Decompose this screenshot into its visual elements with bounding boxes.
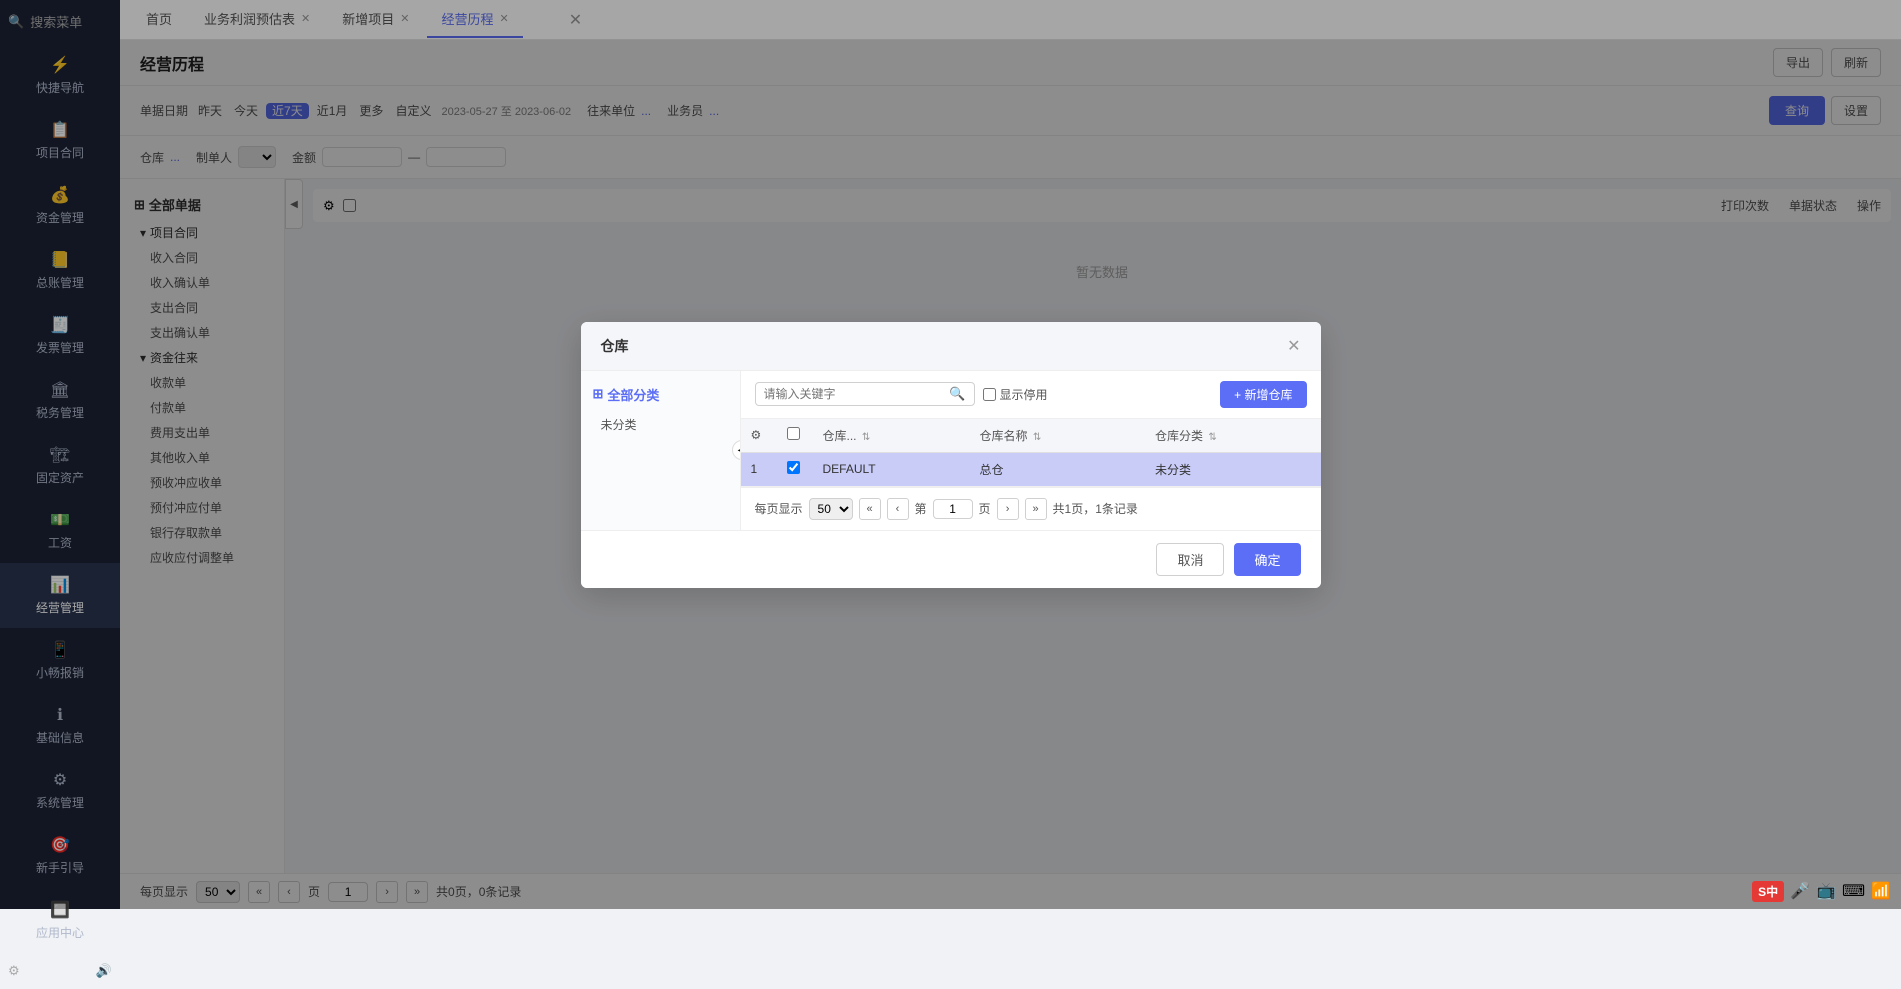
warehouse-table-row[interactable]: 1 DEFAULT 总仓 未分类	[741, 452, 1321, 486]
modal-title: 仓库	[601, 336, 629, 356]
modal-category-未分类[interactable]: 未分类	[581, 410, 740, 439]
modal-toolbar: 🔍 显示停用 + 新增仓库	[741, 371, 1321, 419]
col-name-label: 仓库名称	[979, 429, 1027, 443]
app-center-label: 应用中心	[36, 924, 84, 941]
add-warehouse-button[interactable]: + 新增仓库	[1220, 381, 1306, 408]
warehouse-modal: 仓库 ✕ ⊞ 全部分类 未分类 ◀ 🔍	[581, 322, 1321, 588]
warehouse-table: ⚙ 仓库... ⇅ 仓库名称	[741, 419, 1321, 487]
col-category-sort: ⇅	[1208, 432, 1216, 443]
modal-table: ⚙ 仓库... ⇅ 仓库名称	[741, 419, 1321, 487]
per-page-select-modal[interactable]: 50	[809, 498, 853, 520]
prev-page-modal[interactable]: ‹	[887, 498, 909, 520]
modal-right-panel: 🔍 显示停用 + 新增仓库 ⚙	[741, 371, 1321, 530]
modal-overlay: 仓库 ✕ ⊞ 全部分类 未分类 ◀ 🔍	[0, 0, 1901, 909]
show-disabled-label: 显示停用	[983, 386, 1048, 403]
volume-icon[interactable]: 🔊	[96, 963, 112, 979]
modal-close-button[interactable]: ✕	[1287, 336, 1300, 356]
col-code-sort: ⇅	[862, 432, 870, 443]
taskbar-mic-icon[interactable]: 🎤	[1790, 881, 1810, 901]
th-name: 仓库名称 ⇅	[969, 419, 1145, 453]
modal-pagination: 每页显示 50 « ‹ 第 页 › » 共1页，1条记录	[741, 487, 1321, 530]
row-name: 总仓	[969, 452, 1145, 486]
cancel-button[interactable]: 取消	[1156, 543, 1224, 576]
taskbar: S中 🎤 📺 ⌨ 📶	[1742, 873, 1901, 909]
taskbar-keyboard-icon[interactable]: ⌨	[1842, 881, 1865, 901]
all-categories-label: 全部分类	[607, 385, 659, 404]
show-disabled-text: 显示停用	[1000, 386, 1048, 403]
last-page-modal[interactable]: »	[1025, 498, 1047, 520]
warehouse-search-input[interactable]	[764, 387, 946, 401]
page-input-modal[interactable]	[933, 499, 973, 519]
taskbar-monitor-icon[interactable]: 📺	[1816, 881, 1836, 901]
next-page-modal[interactable]: ›	[997, 498, 1019, 520]
col-category-label: 仓库分类	[1155, 429, 1203, 443]
modal-body: ⊞ 全部分类 未分类 ◀ 🔍 显示停用	[581, 371, 1321, 530]
total-text-modal: 共1页，1条记录	[1053, 500, 1138, 517]
per-page-label-modal: 每页显示	[755, 500, 803, 517]
search-icon-modal: 🔍	[949, 386, 965, 402]
grid-icon-modal: ⊞	[593, 386, 604, 402]
table-select-all-modal[interactable]	[787, 427, 800, 440]
show-disabled-checkbox[interactable]	[983, 388, 996, 401]
th-code: 仓库... ⇅	[813, 419, 970, 453]
th-checkbox	[777, 419, 813, 453]
first-page-modal[interactable]: «	[859, 498, 881, 520]
search-input-wrap: 🔍	[755, 382, 975, 406]
col-settings-icon: ⚙	[751, 428, 762, 442]
col-code-label: 仓库...	[823, 429, 857, 443]
modal-left-panel: ⊞ 全部分类 未分类 ◀	[581, 371, 741, 530]
modal-all-categories[interactable]: ⊞ 全部分类	[581, 379, 740, 410]
sidebar-bottom: ⚙ 🔊	[0, 953, 120, 989]
modal-footer: 取消 确定	[581, 530, 1321, 588]
taskbar-network-icon[interactable]: 📶	[1871, 881, 1891, 901]
th-settings[interactable]: ⚙	[741, 419, 777, 453]
page-label-modal: 第	[915, 500, 927, 517]
row-code: DEFAULT	[813, 452, 970, 486]
col-name-sort: ⇅	[1033, 432, 1041, 443]
row-checkbox[interactable]	[777, 452, 813, 486]
modal-panel-collapse[interactable]: ◀	[732, 440, 741, 460]
row-index: 1	[741, 452, 777, 486]
modal-header: 仓库 ✕	[581, 322, 1321, 371]
settings-icon[interactable]: ⚙	[8, 963, 20, 979]
th-category: 仓库分类 ⇅	[1145, 419, 1321, 453]
confirm-button[interactable]: 确定	[1234, 543, 1300, 576]
row-category: 未分类	[1145, 452, 1321, 486]
taskbar-s-icon: S中	[1752, 881, 1784, 902]
page-suffix-modal: 页	[979, 500, 991, 517]
